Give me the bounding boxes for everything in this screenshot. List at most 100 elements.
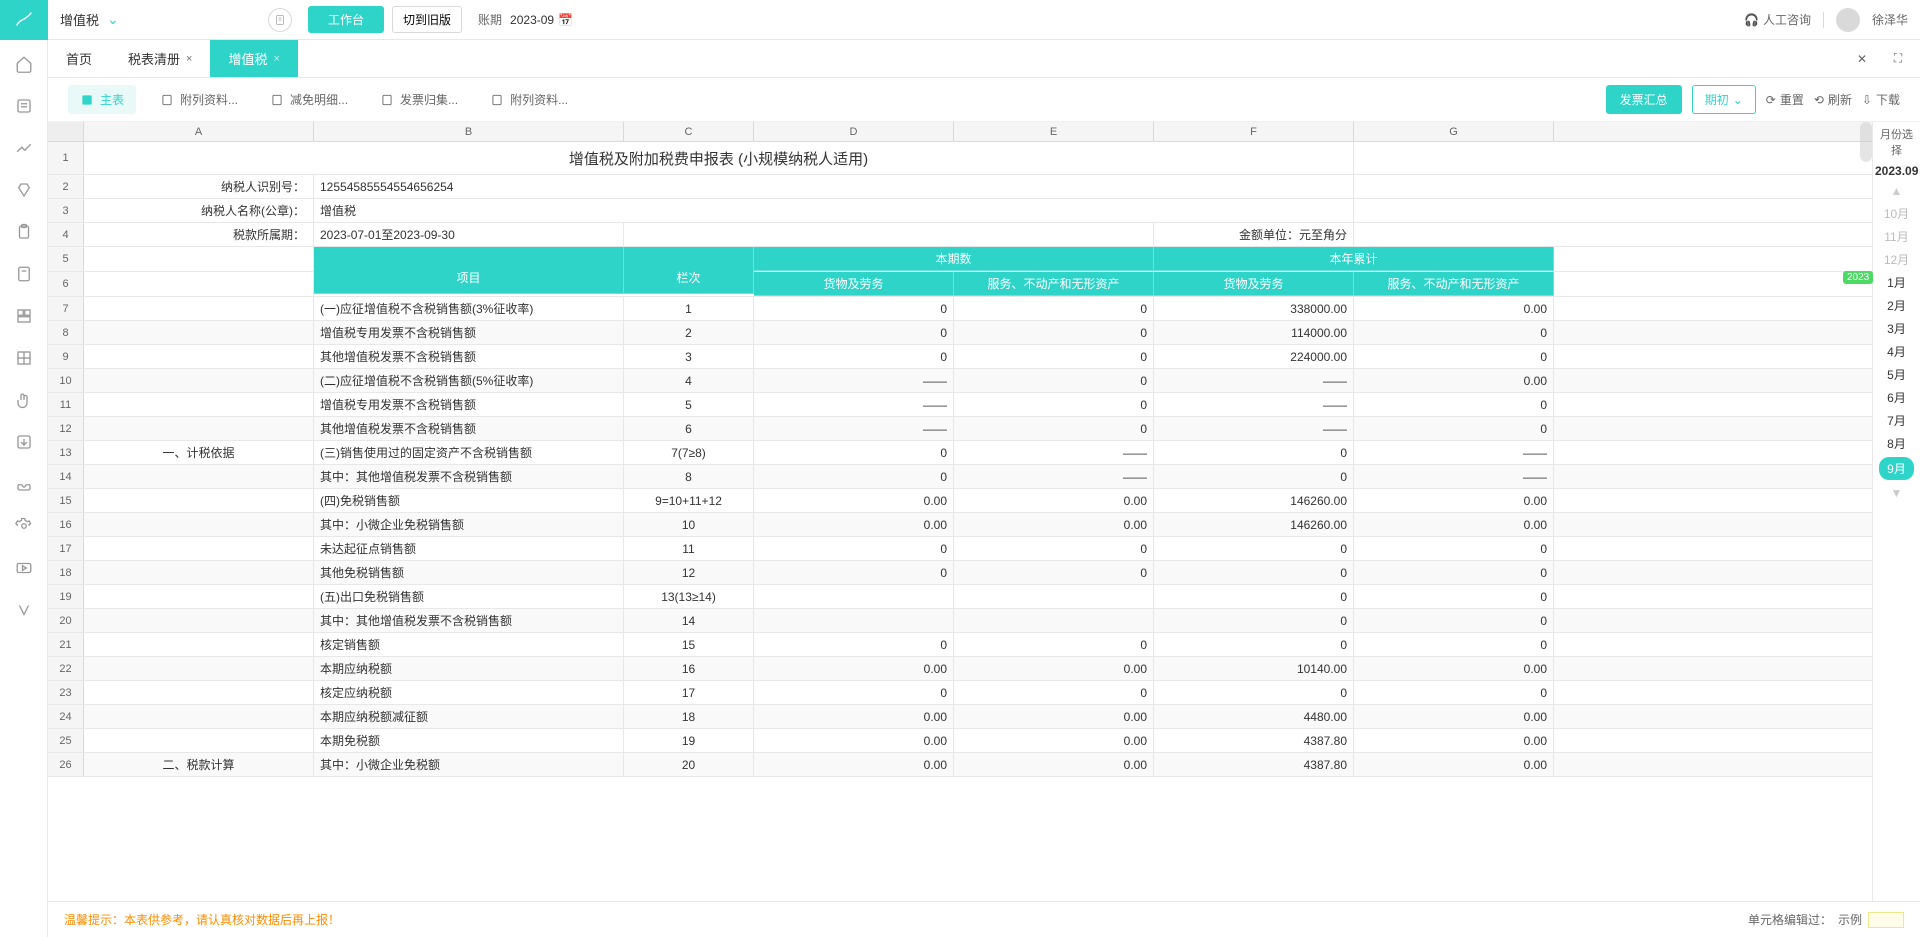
period-start-button[interactable]: 期初⌄ (1692, 85, 1756, 114)
avatar[interactable] (1836, 8, 1860, 32)
table-row: 14其中：其他增值税发票不含税销售额80——0—— (48, 465, 1872, 489)
video-icon[interactable] (12, 556, 36, 580)
document-icon[interactable] (268, 8, 292, 32)
month-item: 10月 (1873, 202, 1920, 225)
scroll-down-icon[interactable]: ▼ (1873, 482, 1920, 504)
refresh-button[interactable]: ⟲刷新 (1814, 91, 1852, 108)
download-icon: ⇩ (1862, 93, 1872, 107)
sheet-title[interactable]: 增值税及附加税费申报表 (小规模纳税人适用) (84, 142, 1354, 174)
username[interactable]: 徐泽华 (1872, 11, 1908, 28)
col-header-d[interactable]: D (754, 122, 954, 141)
period-value[interactable]: 2023-09 (510, 13, 554, 27)
table-row: 13一、计税依据(三)销售使用过的固定资产不含税销售额7(7≥8)0——0—— (48, 441, 1872, 465)
company-name: 增值税 (60, 10, 99, 29)
col-header-c[interactable]: C (624, 122, 754, 141)
col-header-g[interactable]: G (1354, 122, 1554, 141)
inbox-icon[interactable] (12, 472, 36, 496)
month-item[interactable]: 8月 (1873, 432, 1920, 455)
table-row: 18其他免税销售额120000 (48, 561, 1872, 585)
spreadsheet: A B C D E F G 1 增值税及附加税费申报表 (小规模纳税人适用) 2… (48, 122, 1872, 901)
table-row: 17未达起征点销售额110000 (48, 537, 1872, 561)
download-button[interactable]: ⇩下载 (1862, 91, 1900, 108)
reset-button[interactable]: ⟳重置 (1766, 91, 1804, 108)
table-row: 23核定应纳税额170000 (48, 681, 1872, 705)
scroll-up-icon[interactable]: ▲ (1873, 180, 1920, 202)
help-link[interactable]: 🎧 人工咨询 (1744, 11, 1811, 28)
old-version-button[interactable]: 切到旧版 (392, 6, 462, 33)
top-header: 增值税 ⌄ 工作台 切到旧版 账期 2023-09 📅 🎧 人工咨询 徐泽华 (0, 0, 1920, 40)
table-row: 12其他增值税发票不含税销售额6——0——0 (48, 417, 1872, 441)
corner-cell[interactable] (48, 122, 84, 141)
reset-icon: ⟳ (1766, 93, 1776, 107)
taxpayer-name-row: 3 纳税人名称(公章)： 增值税 (48, 199, 1872, 223)
chevron-down-icon: ⌄ (1733, 93, 1743, 107)
divider (1823, 12, 1824, 28)
example-swatch (1868, 912, 1904, 928)
left-sidebar (0, 40, 48, 937)
hand-icon[interactable] (12, 388, 36, 412)
table-row: 20其中：其他增值税发票不含税销售额1400 (48, 609, 1872, 633)
invoice-summary-button[interactable]: 发票汇总 (1606, 85, 1682, 114)
tab-首页[interactable]: 首页 (48, 40, 110, 77)
sheet-tab-attach2[interactable]: 附列资料... (482, 87, 576, 112)
year-badge: 2023 (1843, 271, 1873, 284)
table-row: 19(五)出口免税销售额13(13≥14)00 (48, 585, 1872, 609)
template-icon[interactable] (12, 304, 36, 328)
sheet-tab-main[interactable]: 主表 (68, 85, 136, 114)
tab-税表清册[interactable]: 税表清册× (110, 40, 210, 77)
refresh-icon: ⟲ (1814, 93, 1824, 107)
table-row: 25本期免税额190.000.004387.800.00 (48, 729, 1872, 753)
close-icon[interactable]: × (273, 53, 279, 65)
month-item[interactable]: 9月 (1879, 457, 1914, 480)
close-icon[interactable]: × (186, 53, 192, 65)
month-item: 11月 (1873, 225, 1920, 248)
sheet-tab-invoice[interactable]: 发票归集... (372, 87, 466, 112)
month-item: 12月 (1873, 248, 1920, 271)
month-item[interactable]: 7月 (1873, 409, 1920, 432)
ledger-icon[interactable] (12, 94, 36, 118)
table-row: 16其中：小微企业免税销售额100.000.00146260.000.00 (48, 513, 1872, 537)
tab-增值税[interactable]: 增值税× (210, 40, 297, 77)
month-item[interactable]: 5月 (1873, 363, 1920, 386)
clipboard-icon[interactable] (12, 220, 36, 244)
sheet-tab-attach1[interactable]: 附列资料... (152, 87, 246, 112)
chart-icon[interactable] (12, 136, 36, 160)
grid-icon[interactable] (12, 346, 36, 370)
fullscreen-icon[interactable]: ⛶ (1884, 45, 1912, 73)
workbench-button[interactable]: 工作台 (308, 6, 384, 33)
column-headers: A B C D E F G (48, 122, 1872, 142)
scrollbar[interactable] (1860, 122, 1872, 162)
calendar-icon[interactable]: 📅 (558, 13, 573, 27)
table-row: 15(四)免税销售额9=10+11+120.000.00146260.000.0… (48, 489, 1872, 513)
month-panel: 月份选择 2023.09 ▲ 10月11月12月20231月2月3月4月5月6月… (1872, 122, 1920, 901)
calculator-icon[interactable] (12, 262, 36, 286)
app-logo[interactable] (0, 0, 48, 40)
table-row: 10(二)应征增值税不含税销售额(5%征收率)4——0——0.00 (48, 369, 1872, 393)
footer-warning: 温馨提示：本表供参考，请认真核对数据后再上报！ (64, 911, 340, 928)
headset-icon: 🎧 (1744, 13, 1759, 27)
month-item[interactable]: 2月 (1873, 294, 1920, 317)
col-header-b[interactable]: B (314, 122, 624, 141)
page-tabs: 首页税表清册×增值税× ✕ ⛶ (48, 40, 1920, 78)
month-item[interactable]: 1月 (1873, 271, 1920, 294)
sheet-tab-exempt[interactable]: 减免明细... (262, 87, 356, 112)
settings-icon[interactable] (12, 514, 36, 538)
col-header-a[interactable]: A (84, 122, 314, 141)
table-row: 11增值税专用发票不含税销售额5——0——0 (48, 393, 1872, 417)
taxpayer-id-row: 2 纳税人识别号： 12554585554554656254 (48, 175, 1872, 199)
month-item[interactable]: 4月 (1873, 340, 1920, 363)
money-icon[interactable] (12, 178, 36, 202)
period-label: 账期 (478, 11, 502, 28)
close-all-icon[interactable]: ✕ (1848, 45, 1876, 73)
v-icon[interactable] (12, 598, 36, 622)
sheet-toolbar: 主表 附列资料... 减免明细... 发票归集... 附列资料... 发票汇总 … (48, 78, 1920, 122)
export-icon[interactable] (12, 430, 36, 454)
col-header-f[interactable]: F (1154, 122, 1354, 141)
col-header-e[interactable]: E (954, 122, 1154, 141)
month-item[interactable]: 6月 (1873, 386, 1920, 409)
home-icon[interactable] (12, 52, 36, 76)
footer-bar: 温馨提示：本表供参考，请认真核对数据后再上报！ 单元格编辑过： 示例 (48, 901, 1920, 937)
table-row: 7(一)应征增值税不含税销售额(3%征收率)100338000.000.00 (48, 297, 1872, 321)
month-item[interactable]: 3月 (1873, 317, 1920, 340)
company-selector[interactable]: 增值税 ⌄ (60, 10, 260, 29)
